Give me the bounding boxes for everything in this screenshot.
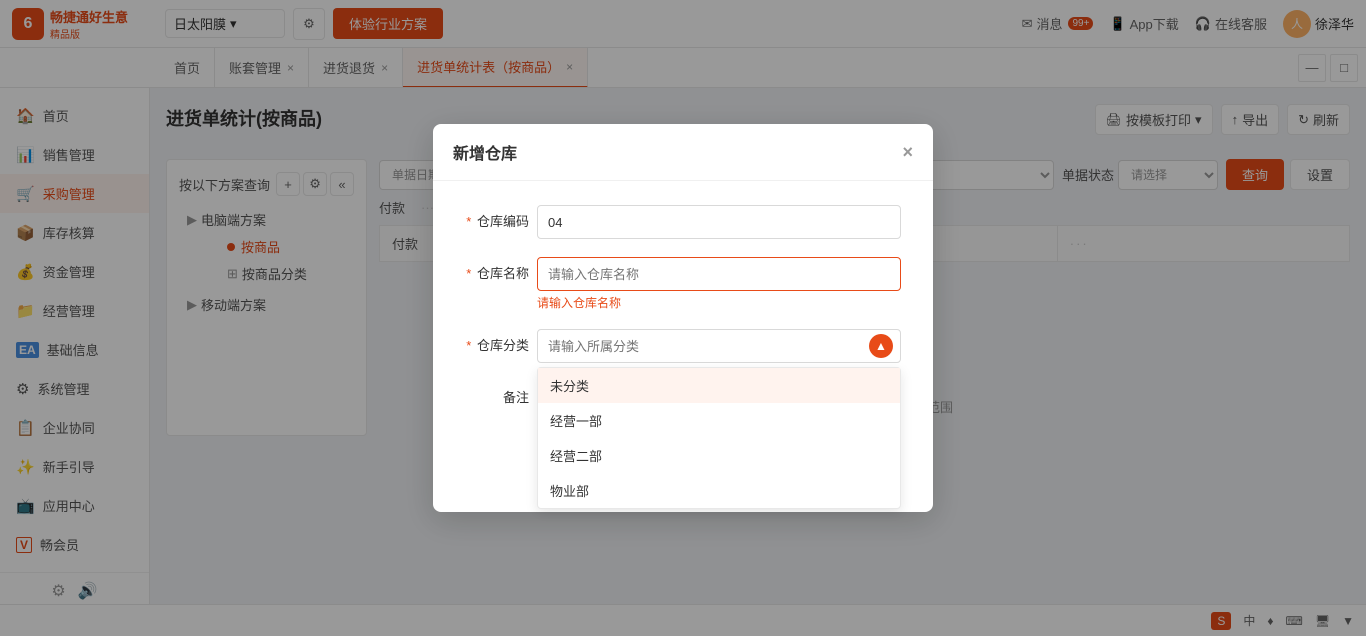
code-label: * 仓库编码 — [465, 205, 537, 230]
dropdown-item-uncategorized[interactable]: 未分类 — [538, 368, 900, 403]
dropdown-item-dept2[interactable]: 经营二部 — [538, 438, 900, 473]
modal-category-row: * 仓库分类 ▲ 未分类 经营一部 经营二部 物业部 — [465, 329, 901, 363]
dropdown-toggle-button[interactable]: ▲ — [869, 334, 893, 358]
category-field: ▲ 未分类 经营一部 经营二部 物业部 — [537, 329, 901, 363]
note-label: 备注 — [465, 381, 537, 406]
modal-close-button[interactable]: × — [902, 142, 913, 163]
code-input[interactable] — [537, 205, 901, 239]
name-error-msg: 请输入仓库名称 — [537, 294, 901, 311]
dropdown-item-property[interactable]: 物业部 — [538, 473, 900, 508]
modal-overlay[interactable]: 新增仓库 × * 仓库编码 * 仓库名称 — [0, 0, 1366, 636]
category-label: * 仓库分类 — [465, 329, 537, 354]
modal-code-row: * 仓库编码 — [465, 205, 901, 239]
dropdown-item-dept1[interactable]: 经营一部 — [538, 403, 900, 438]
category-dropdown-list: 未分类 经营一部 经营二部 物业部 — [537, 367, 901, 509]
modal-name-row: * 仓库名称 请输入仓库名称 — [465, 257, 901, 311]
name-field: 请输入仓库名称 — [537, 257, 901, 311]
category-required: * — [466, 338, 471, 353]
modal-header: 新增仓库 × — [433, 124, 933, 181]
name-label: * 仓库名称 — [465, 257, 537, 282]
modal-new-warehouse: 新增仓库 × * 仓库编码 * 仓库名称 — [433, 124, 933, 512]
category-input[interactable] — [537, 329, 901, 363]
name-input[interactable] — [537, 257, 901, 291]
code-required: * — [466, 214, 471, 229]
code-field — [537, 205, 901, 239]
name-required: * — [466, 266, 471, 281]
modal-body: * 仓库编码 * 仓库名称 请输入仓库名称 — [433, 181, 933, 449]
modal-title: 新增仓库 — [453, 140, 517, 164]
